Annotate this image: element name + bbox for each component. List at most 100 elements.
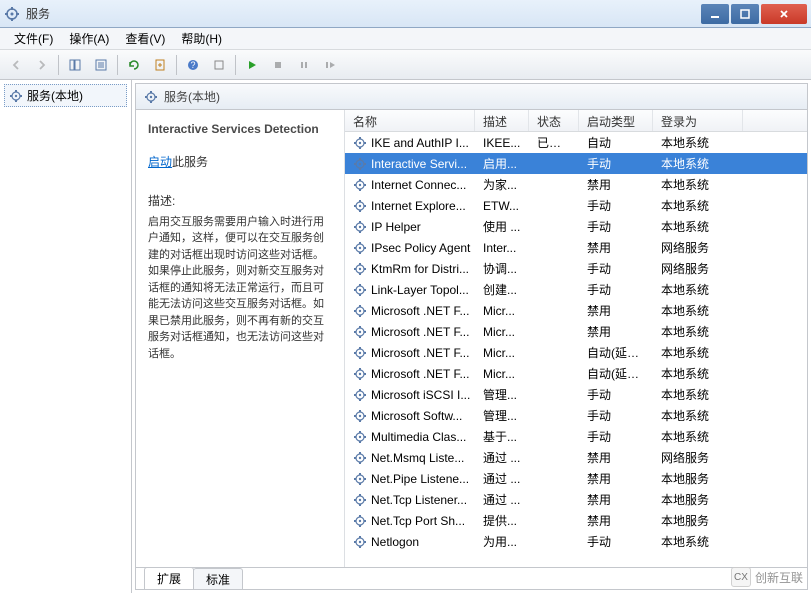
back-button[interactable] (4, 53, 28, 77)
detail-panel: Interactive Services Detection 启动此服务 描述:… (136, 110, 344, 567)
toolbar-separator (58, 55, 59, 75)
table-row[interactable]: IKE and AuthIP I...IKEE...已启动自动本地系统 (345, 132, 807, 153)
close-button[interactable] (761, 4, 807, 24)
window-buttons (701, 4, 807, 24)
table-row[interactable]: Netlogon为用...手动本地系统 (345, 531, 807, 552)
cell-name: Microsoft .NET F... (345, 325, 475, 339)
menu-help[interactable]: 帮助(H) (173, 28, 230, 49)
start-link[interactable]: 启动 (148, 155, 172, 169)
gear-icon (353, 514, 367, 528)
description-label: 描述: (148, 192, 332, 211)
table-row[interactable]: Microsoft .NET F...Micr...自动(延迟...本地系统 (345, 363, 807, 384)
cell-logon: 本地系统 (653, 155, 743, 172)
menu-action[interactable]: 操作(A) (61, 28, 117, 49)
show-hide-tree-button[interactable] (63, 53, 87, 77)
column-desc[interactable]: 描述 (475, 110, 529, 131)
table-row[interactable]: Microsoft .NET F...Micr...禁用本地系统 (345, 321, 807, 342)
cell-name: Netlogon (345, 535, 475, 549)
column-startup[interactable]: 启动类型 (579, 110, 653, 131)
help-button[interactable]: ? (181, 53, 205, 77)
table-row[interactable]: Net.Tcp Port Sh...提供...禁用本地服务 (345, 510, 807, 531)
table-row[interactable]: KtmRm for Distri...协调...手动网络服务 (345, 258, 807, 279)
cell-startup: 禁用 (579, 512, 653, 529)
table-row[interactable]: Net.Tcp Listener...通过 ...禁用本地服务 (345, 489, 807, 510)
pause-button[interactable] (292, 53, 316, 77)
cell-startup: 自动 (579, 134, 653, 151)
start-button[interactable] (240, 53, 264, 77)
minimize-button[interactable] (701, 4, 729, 24)
table-row[interactable]: Interactive Servi...启用...手动本地系统 (345, 153, 807, 174)
cell-startup: 手动 (579, 533, 653, 550)
cell-desc: Micr... (475, 346, 529, 360)
table-row[interactable]: Internet Explore...ETW...手动本地系统 (345, 195, 807, 216)
column-status[interactable]: 状态 (529, 110, 579, 131)
cell-logon: 网络服务 (653, 449, 743, 466)
table-row[interactable]: Microsoft iSCSI I...管理...手动本地系统 (345, 384, 807, 405)
cell-startup: 禁用 (579, 239, 653, 256)
cell-name: Microsoft iSCSI I... (345, 388, 475, 402)
table-row[interactable]: Microsoft Softw...管理...手动本地系统 (345, 405, 807, 426)
list-body[interactable]: IKE and AuthIP I...IKEE...已启动自动本地系统Inter… (345, 132, 807, 567)
cell-name: IKE and AuthIP I... (345, 136, 475, 150)
cell-logon: 本地系统 (653, 344, 743, 361)
menu-file[interactable]: 文件(F) (6, 28, 61, 49)
cell-name: Net.Tcp Port Sh... (345, 514, 475, 528)
cell-logon: 本地系统 (653, 218, 743, 235)
cell-desc: 管理... (475, 407, 529, 424)
content-header-title: 服务(本地) (164, 88, 220, 105)
cell-logon: 网络服务 (653, 239, 743, 256)
table-row[interactable]: Link-Layer Topol...创建...手动本地系统 (345, 279, 807, 300)
export-button[interactable] (148, 53, 172, 77)
restart-button[interactable] (318, 53, 342, 77)
cell-desc: 通过 ... (475, 491, 529, 508)
cell-logon: 本地系统 (653, 281, 743, 298)
cell-name: Net.Msmq Liste... (345, 451, 475, 465)
gear-icon (353, 136, 367, 150)
menu-view[interactable]: 查看(V) (117, 28, 173, 49)
cell-desc: 提供... (475, 512, 529, 529)
cell-logon: 本地服务 (653, 470, 743, 487)
column-name[interactable]: 名称 (345, 110, 475, 131)
table-row[interactable]: Net.Pipe Listene...通过 ...禁用本地服务 (345, 468, 807, 489)
gear-icon (353, 493, 367, 507)
tree-node-services-local[interactable]: 服务(本地) (4, 84, 127, 107)
table-row[interactable]: IPsec Policy AgentInter...禁用网络服务 (345, 237, 807, 258)
cell-startup: 手动 (579, 260, 653, 277)
gear-icon (353, 388, 367, 402)
gear-icon (353, 304, 367, 318)
service-action-line: 启动此服务 (148, 153, 332, 172)
cell-startup: 禁用 (579, 302, 653, 319)
table-row[interactable]: Net.Msmq Liste...通过 ...禁用网络服务 (345, 447, 807, 468)
content-header: 服务(本地) (136, 84, 807, 110)
table-row[interactable]: Internet Connec...为家...禁用本地系统 (345, 174, 807, 195)
tab-extended[interactable]: 扩展 (144, 567, 194, 590)
cell-startup: 手动 (579, 386, 653, 403)
cell-logon: 本地系统 (653, 176, 743, 193)
tree-panel: 服务(本地) (0, 80, 132, 593)
cell-startup: 禁用 (579, 449, 653, 466)
cell-desc: 启用... (475, 155, 529, 172)
bottom-tabs: 扩展 标准 (136, 567, 807, 589)
table-row[interactable]: IP Helper使用 ...手动本地系统 (345, 216, 807, 237)
maximize-button[interactable] (731, 4, 759, 24)
cell-logon: 本地系统 (653, 365, 743, 382)
gear-icon (353, 472, 367, 486)
stop-button[interactable] (266, 53, 290, 77)
table-row[interactable]: Multimedia Clas...基于...手动本地系统 (345, 426, 807, 447)
cell-startup: 禁用 (579, 470, 653, 487)
cell-logon: 本地系统 (653, 302, 743, 319)
properties-button[interactable] (89, 53, 113, 77)
filter-button[interactable] (207, 53, 231, 77)
watermark-text: 创新互联 (755, 569, 803, 586)
content-body: Interactive Services Detection 启动此服务 描述:… (136, 110, 807, 567)
forward-button[interactable] (30, 53, 54, 77)
table-row[interactable]: Microsoft .NET F...Micr...禁用本地系统 (345, 300, 807, 321)
cell-name: Internet Connec... (345, 178, 475, 192)
gear-icon (353, 178, 367, 192)
table-row[interactable]: Microsoft .NET F...Micr...自动(延迟...本地系统 (345, 342, 807, 363)
refresh-button[interactable] (122, 53, 146, 77)
cell-desc: 使用 ... (475, 218, 529, 235)
tab-standard[interactable]: 标准 (193, 568, 243, 590)
toolbar: ? (0, 50, 811, 80)
column-logon[interactable]: 登录为 (653, 110, 743, 131)
